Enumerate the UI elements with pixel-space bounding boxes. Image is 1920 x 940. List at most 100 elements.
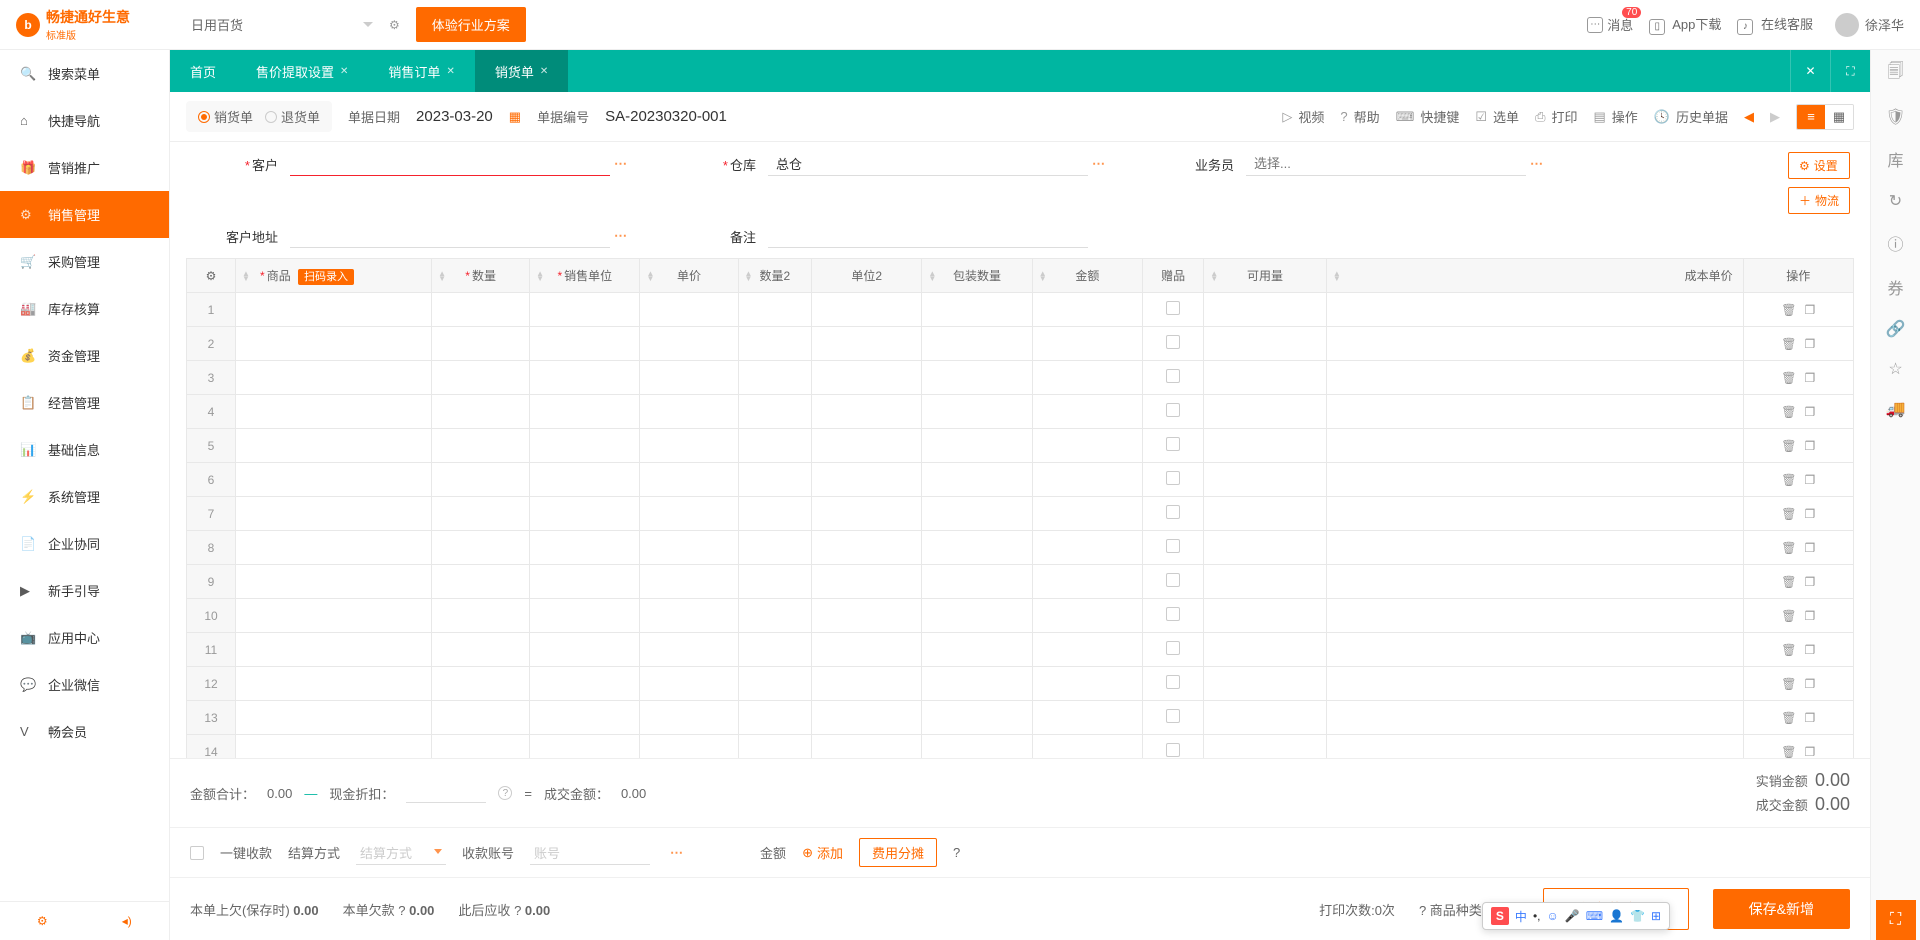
package-cell[interactable]	[922, 327, 1032, 361]
qty-cell[interactable]	[432, 667, 530, 701]
gift-cell[interactable]	[1143, 497, 1204, 531]
amount-cell[interactable]	[1032, 667, 1142, 701]
unit2-column[interactable]: 单位2	[812, 259, 922, 293]
select-order-link[interactable]: ☑选单	[1475, 107, 1519, 126]
copy-icon[interactable]: ❐	[1805, 371, 1816, 385]
address-input[interactable]	[290, 224, 610, 248]
salesperson-input[interactable]	[1246, 152, 1526, 176]
view-list-icon[interactable]: ≡	[1797, 105, 1825, 129]
gift-cell[interactable]	[1143, 395, 1204, 429]
add-payment-link[interactable]: ⊕ 添加	[802, 843, 843, 862]
unit2-cell[interactable]	[812, 633, 922, 667]
unit-cell[interactable]	[530, 599, 640, 633]
qty2-cell[interactable]	[738, 735, 812, 759]
qty2-cell[interactable]	[738, 531, 812, 565]
shortcut-link[interactable]: ⌨快捷键	[1396, 107, 1460, 126]
sidebar-item-10[interactable]: 📄企业协同	[0, 520, 169, 567]
unit-cell[interactable]	[530, 633, 640, 667]
qty-column[interactable]: ▲▼*数量	[432, 259, 530, 293]
cost-cell[interactable]	[1326, 327, 1743, 361]
package-cell[interactable]	[922, 667, 1032, 701]
view-grid-icon[interactable]: ▦	[1825, 105, 1853, 129]
tab-3[interactable]: 销货单✕	[475, 50, 568, 92]
experience-plan-button[interactable]: 体验行业方案	[416, 7, 526, 42]
product-cell[interactable]	[236, 463, 432, 497]
sidebar-item-7[interactable]: 📋经营管理	[0, 379, 169, 426]
calendar-icon[interactable]: ▦	[509, 109, 521, 125]
copy-icon[interactable]: ❐	[1805, 677, 1816, 691]
package-cell[interactable]	[922, 735, 1032, 759]
account-dropdown[interactable]: 账号	[530, 841, 650, 865]
logistics-button[interactable]: ＋物流	[1788, 187, 1850, 214]
product-cell[interactable]	[236, 735, 432, 759]
package-cell[interactable]	[922, 361, 1032, 395]
amount-cell[interactable]	[1032, 395, 1142, 429]
cost-cell[interactable]	[1326, 735, 1743, 759]
remark-input[interactable]	[768, 224, 1088, 248]
copy-icon[interactable]: ❐	[1805, 507, 1816, 521]
customer-input[interactable]	[290, 152, 610, 176]
copy-icon[interactable]: ❐	[1805, 337, 1816, 351]
product-cell[interactable]	[236, 633, 432, 667]
copy-icon[interactable]: ❐	[1805, 711, 1816, 725]
order-type-sales[interactable]: 销货单	[198, 107, 253, 126]
doc-date-value[interactable]: 2023-03-20	[416, 108, 493, 125]
price-cell[interactable]	[640, 293, 738, 327]
unit-cell[interactable]	[530, 429, 640, 463]
delete-icon[interactable]: 🗑	[1781, 507, 1796, 521]
ime-toolbar[interactable]: S 中 •, ☺ 🎤 ⌨ 👤 👕 ⊞	[1482, 902, 1670, 930]
save-new-button[interactable]: 保存&新增	[1713, 889, 1850, 929]
cost-cell[interactable]	[1326, 463, 1743, 497]
product-cell[interactable]	[236, 565, 432, 599]
available-column[interactable]: ▲▼可用量	[1204, 259, 1327, 293]
table-row[interactable]: 7🗑❐	[187, 497, 1854, 531]
gear-icon[interactable]: ⚙	[389, 18, 400, 32]
qty2-cell[interactable]	[738, 633, 812, 667]
package-cell[interactable]	[922, 565, 1032, 599]
unit-cell[interactable]	[530, 565, 640, 599]
product-cell[interactable]	[236, 429, 432, 463]
table-row[interactable]: 3🗑❐	[187, 361, 1854, 395]
tab-2[interactable]: 销售订单✕	[368, 50, 474, 92]
settle-method-dropdown[interactable]: 结算方式	[356, 841, 446, 865]
gift-cell[interactable]	[1143, 293, 1204, 327]
copy-icon[interactable]: ❐	[1805, 405, 1816, 419]
unit-cell[interactable]	[530, 361, 640, 395]
package-cell[interactable]	[922, 701, 1032, 735]
cost-cell[interactable]	[1326, 361, 1743, 395]
cost-cell[interactable]	[1326, 599, 1743, 633]
gear-column[interactable]: ⚙	[187, 259, 236, 293]
copy-icon[interactable]: ❐	[1805, 745, 1816, 759]
sidebar-item-2[interactable]: 🎁营销推广	[0, 144, 169, 191]
package-cell[interactable]	[922, 395, 1032, 429]
product-cell[interactable]	[236, 701, 432, 735]
package-cell[interactable]	[922, 463, 1032, 497]
price-cell[interactable]	[640, 361, 738, 395]
unit2-cell[interactable]	[812, 565, 922, 599]
delete-icon[interactable]: 🗑	[1781, 371, 1796, 385]
amount-cell[interactable]	[1032, 701, 1142, 735]
amount-cell[interactable]	[1032, 361, 1142, 395]
amount-cell[interactable]	[1032, 293, 1142, 327]
product-cell[interactable]	[236, 531, 432, 565]
unit2-cell[interactable]	[812, 327, 922, 361]
qty-cell[interactable]	[432, 735, 530, 759]
cost-cell[interactable]	[1326, 565, 1743, 599]
cost-cell[interactable]	[1326, 395, 1743, 429]
ime-mic-icon[interactable]: 🎤	[1565, 909, 1580, 923]
table-row[interactable]: 5🗑❐	[187, 429, 1854, 463]
price-cell[interactable]	[640, 565, 738, 599]
unit2-cell[interactable]	[812, 667, 922, 701]
price-cell[interactable]	[640, 633, 738, 667]
history-link[interactable]: 🕓历史单据	[1654, 107, 1728, 126]
user-menu[interactable]: 徐泽华	[1829, 13, 1904, 37]
table-row[interactable]: 4🗑❐	[187, 395, 1854, 429]
product-cell[interactable]	[236, 361, 432, 395]
qty2-cell[interactable]	[738, 497, 812, 531]
copy-icon[interactable]: ❐	[1805, 541, 1816, 555]
next-icon[interactable]: ▶	[1770, 109, 1780, 125]
price-cell[interactable]	[640, 735, 738, 759]
table-row[interactable]: 13🗑❐	[187, 701, 1854, 735]
gift-cell[interactable]	[1143, 531, 1204, 565]
scan-input-tag[interactable]: 扫码录入	[298, 269, 354, 285]
